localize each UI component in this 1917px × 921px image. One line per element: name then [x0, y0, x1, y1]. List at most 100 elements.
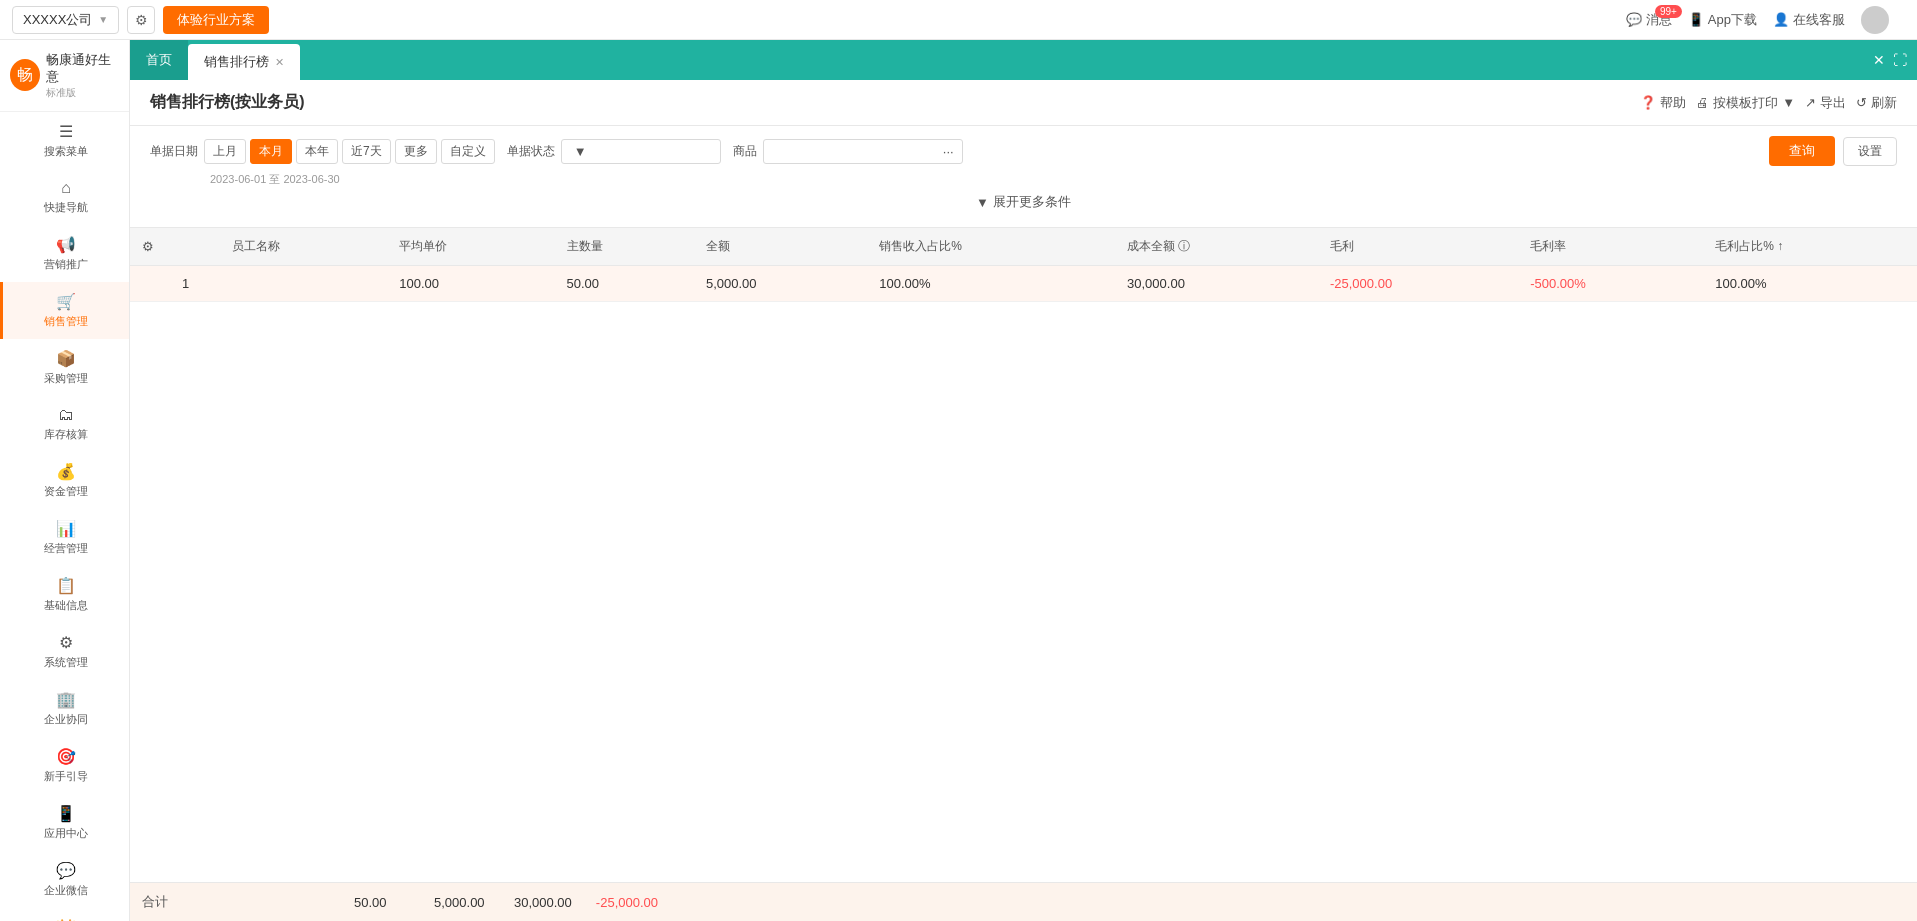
sidebar-item-label: 新手引导 — [44, 769, 88, 784]
col-rank — [170, 228, 220, 266]
sidebar-item-marketing[interactable]: 📢 营销推广 — [0, 225, 129, 282]
refresh-button[interactable]: ↺ 刷新 — [1856, 94, 1897, 112]
cell-settings — [130, 266, 170, 302]
refresh-icon: ↺ — [1856, 95, 1867, 110]
sidebar-item-sales[interactable]: 🛒 销售管理 — [0, 282, 129, 339]
col-cost: 成本全额 ⓘ — [1115, 228, 1318, 266]
sidebar-item-apps[interactable]: 📱 应用中心 — [0, 794, 129, 851]
tab-sales-rank[interactable]: 销售排行榜 ✕ — [188, 44, 300, 80]
table-row: 1 100.00 50.00 5,000.00 100.00% 30,000.0… — [130, 266, 1917, 302]
sidebar-item-finance[interactable]: 💰 资金管理 — [0, 452, 129, 509]
query-button[interactable]: 查询 — [1769, 136, 1835, 166]
data-table: ⚙ 员工名称 平均单价 主数量 全额 销售收入占比% 成本全额 ⓘ 毛利 毛利率… — [130, 228, 1917, 302]
cell-amount: 5,000.00 — [694, 266, 867, 302]
tab-maximize-icon[interactable]: ⛶ — [1893, 52, 1907, 68]
sidebar-item-guide[interactable]: 🎯 新手引导 — [0, 737, 129, 794]
sidebar-item-purchase[interactable]: 📦 采购管理 — [0, 339, 129, 396]
sidebar-item-member[interactable]: 👑 畅会员 — [0, 908, 129, 921]
date-btn-more[interactable]: 更多 — [395, 139, 437, 164]
date-btn-this-month[interactable]: 本月 — [250, 139, 292, 164]
setting-button[interactable]: 设置 — [1843, 137, 1897, 166]
page-title: 销售排行榜(按业务员) — [150, 92, 1640, 113]
status-select[interactable]: ▼ — [561, 139, 721, 164]
sidebar-item-label: 搜索菜单 — [44, 144, 88, 159]
basics-icon: 📋 — [56, 576, 76, 595]
table-footer: 合计 50.00 5,000.00 30,000.00 -25,000.00 — [130, 882, 1917, 921]
col-gross: 毛利 — [1318, 228, 1518, 266]
sidebar-item-inventory[interactable]: 🗂 库存核算 — [0, 396, 129, 452]
cell-avg-price: 100.00 — [387, 266, 554, 302]
tab-home[interactable]: 首页 — [130, 40, 188, 80]
goods-more-icon: ··· — [943, 144, 954, 159]
app-download-label: App下载 — [1708, 11, 1757, 29]
sidebar-item-system[interactable]: ⚙ 系统管理 — [0, 623, 129, 680]
sidebar-item-search-order[interactable]: ☰ 搜索菜单 — [0, 112, 129, 169]
trial-button[interactable]: 体验行业方案 — [163, 6, 269, 34]
finance-icon: 💰 — [56, 462, 76, 481]
expand-conditions-button[interactable]: ▼ 展开更多条件 — [150, 193, 1897, 211]
date-filter: 单据日期 上月 本月 本年 近7天 更多 自定义 — [150, 139, 495, 164]
quick-nav-icon: ⌂ — [61, 179, 71, 197]
sidebar-item-quick-nav[interactable]: ⌂ 快捷导航 — [0, 169, 129, 225]
date-btn-7days[interactable]: 近7天 — [342, 139, 391, 164]
col-amount: 全额 — [694, 228, 867, 266]
sidebar-item-label: 系统管理 — [44, 655, 88, 670]
col-name: 员工名称 — [220, 228, 387, 266]
cell-sales-pct: 100.00% — [867, 266, 1115, 302]
goods-input[interactable]: ··· — [763, 139, 963, 164]
system-icon: ⚙ — [59, 633, 73, 652]
date-btn-this-year[interactable]: 本年 — [296, 139, 338, 164]
wechat-icon: 💬 — [56, 861, 76, 880]
top-bar-left: XXXXX公司 ▼ ⚙ 体验行业方案 — [12, 6, 269, 34]
avatar[interactable] — [1861, 6, 1889, 34]
footer-quantity: 50.00 — [342, 895, 422, 910]
date-btn-custom[interactable]: 自定义 — [441, 139, 495, 164]
print-label: 按模板打印 — [1713, 94, 1778, 112]
close-icon[interactable]: ✕ — [275, 56, 284, 69]
logo-icon: 畅 — [10, 59, 40, 91]
logo-main-text: 畅康通好生意 — [46, 52, 119, 86]
logo-sub-text: 标准版 — [46, 86, 119, 99]
tab-spacer — [300, 40, 1863, 80]
date-range-display: 2023-06-01 至 2023-06-30 — [210, 172, 340, 187]
cell-quantity: 50.00 — [555, 266, 694, 302]
logo-text: 畅康通好生意 标准版 — [46, 52, 119, 99]
sidebar-item-wechat[interactable]: 💬 企业微信 — [0, 851, 129, 908]
filter-bar: 单据日期 上月 本月 本年 近7天 更多 自定义 单据状态 — [130, 126, 1917, 228]
footer-cost: 30,000.00 — [502, 895, 584, 910]
print-button[interactable]: 🖨 按模板打印 ▼ — [1696, 94, 1795, 112]
operations-icon: 📊 — [56, 519, 76, 538]
footer-label: 合计 — [142, 893, 342, 911]
date-btn-prev-month[interactable]: 上月 — [204, 139, 246, 164]
message-button[interactable]: 💬 消息 99+ — [1626, 11, 1672, 29]
company-selector[interactable]: XXXXX公司 ▼ — [12, 6, 119, 34]
sidebar-item-enterprise[interactable]: 🏢 企业协同 — [0, 680, 129, 737]
print-chevron-icon: ▼ — [1782, 95, 1795, 110]
search-order-icon: ☰ — [59, 122, 73, 141]
sidebar-item-label: 经营管理 — [44, 541, 88, 556]
sidebar-item-label: 资金管理 — [44, 484, 88, 499]
service-icon: 👤 — [1773, 12, 1789, 27]
goods-filter-label: 商品 — [733, 143, 757, 160]
footer-gross: -25,000.00 — [584, 895, 670, 910]
guide-icon: 🎯 — [56, 747, 76, 766]
tab-close-icon[interactable]: ✕ — [1873, 52, 1885, 68]
table-container: ⚙ 员工名称 平均单价 主数量 全额 销售收入占比% 成本全额 ⓘ 毛利 毛利率… — [130, 228, 1917, 882]
cell-gross-rate: -500.00% — [1518, 266, 1703, 302]
apps-icon: 📱 — [56, 804, 76, 823]
col-settings[interactable]: ⚙ — [130, 228, 170, 266]
sidebar-item-basics[interactable]: 📋 基础信息 — [0, 566, 129, 623]
filter-actions: 查询 设置 — [1769, 136, 1897, 166]
app-download-button[interactable]: 📱 App下载 — [1688, 11, 1757, 29]
expand-label: 展开更多条件 — [993, 193, 1071, 211]
message-badge: 99+ — [1655, 5, 1682, 18]
help-button[interactable]: ❓ 帮助 — [1640, 94, 1686, 112]
export-button[interactable]: ↗ 导出 — [1805, 94, 1846, 112]
sidebar-logo: 畅 畅康通好生意 标准版 — [0, 40, 129, 112]
cell-cost: 30,000.00 — [1115, 266, 1318, 302]
service-label: 在线客服 — [1793, 11, 1845, 29]
online-service-button[interactable]: 👤 在线客服 — [1773, 11, 1845, 29]
inventory-icon: 🗂 — [58, 406, 74, 424]
settings-icon[interactable]: ⚙ — [127, 6, 155, 34]
sidebar-item-operations[interactable]: 📊 经营管理 — [0, 509, 129, 566]
